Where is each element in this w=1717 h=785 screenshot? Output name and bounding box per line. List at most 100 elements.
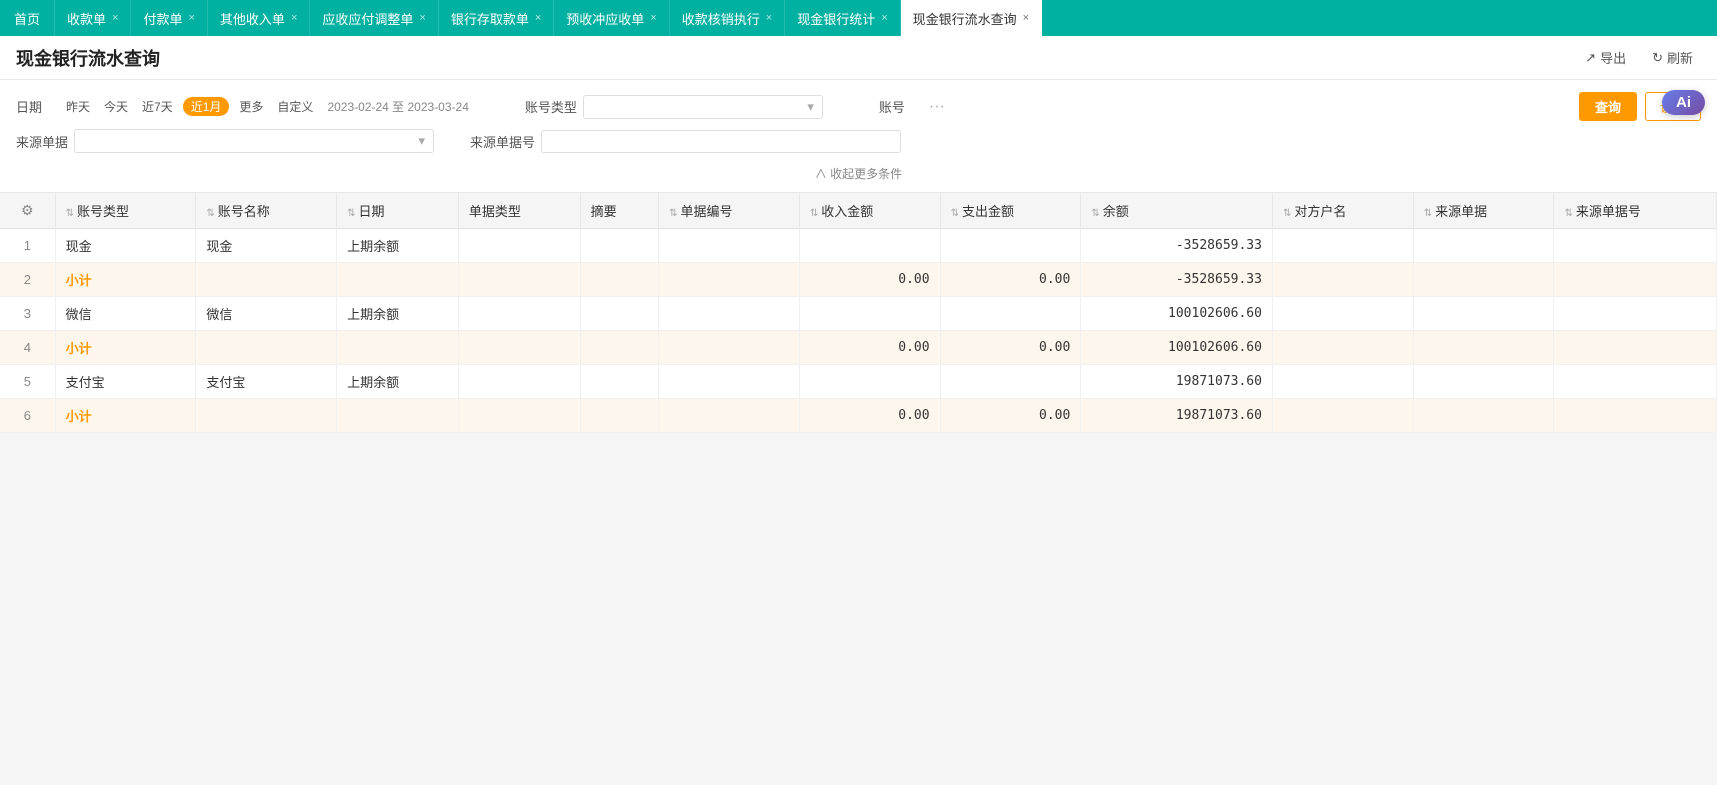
gear-icon[interactable]: ⚙ [21, 202, 34, 218]
row-expense: 0.00 [940, 331, 1081, 365]
row-account-name [196, 331, 337, 365]
row-doc-no [659, 331, 800, 365]
row-counterpart [1272, 229, 1413, 263]
row-summary [580, 365, 658, 399]
filter-row-1: 日期 昨天 今天 近7天 近1月 更多 自定义 2023-02-24 至 202… [16, 92, 1701, 121]
row-counterpart [1272, 263, 1413, 297]
row-date: 上期余额 [337, 297, 459, 331]
col-doc-type[interactable]: 单据类型 [458, 193, 580, 229]
header-actions: ↗ 导出 ↻ 刷新 [1577, 44, 1701, 71]
collapse-bar[interactable]: ∧ 收起更多条件 [16, 161, 1701, 184]
date-opt-yesterday[interactable]: 昨天 [62, 97, 94, 116]
account-type-select[interactable]: ▾ [583, 95, 823, 119]
data-table: ⚙ ⇅账号类型 ⇅账号名称 ⇅日期 单据类型 摘要 ⇅单据编号 ⇅收入金额 ⇅支… [0, 193, 1717, 433]
row-summary [580, 399, 658, 433]
row-source-doc [1413, 229, 1554, 263]
date-opt-1month[interactable]: 近1月 [183, 97, 230, 116]
row-source-doc [1413, 399, 1554, 433]
nav-tab-4[interactable]: 银行存取款单 × [439, 0, 554, 36]
row-account-type: 小计 [55, 263, 196, 297]
row-date [337, 399, 459, 433]
close-tab-8[interactable]: × [1023, 12, 1029, 24]
nav-home[interactable]: 首页 [0, 0, 55, 36]
close-tab-0[interactable]: × [112, 12, 118, 24]
row-account-name: 微信 [196, 297, 337, 331]
nav-tab-2[interactable]: 其他收入单 × [208, 0, 310, 36]
page-header: 现金银行流水查询 ↗ 导出 ↻ 刷新 [0, 36, 1717, 80]
col-income[interactable]: ⇅收入金额 [799, 193, 940, 229]
close-tab-7[interactable]: × [881, 12, 887, 24]
row-num: 4 [0, 331, 55, 365]
close-tab-6[interactable]: × [766, 12, 772, 24]
row-expense: 0.00 [940, 263, 1081, 297]
close-tab-3[interactable]: × [419, 12, 425, 24]
col-doc-no[interactable]: ⇅单据编号 [659, 193, 800, 229]
nav-tab-8[interactable]: 现金银行流水查询 × [901, 0, 1042, 36]
date-label: 日期 [16, 97, 56, 116]
row-account-type: 支付宝 [55, 365, 196, 399]
row-doc-no [659, 263, 800, 297]
row-account-type: 小计 [55, 399, 196, 433]
row-account-name [196, 399, 337, 433]
close-tab-1[interactable]: × [188, 12, 194, 24]
refresh-button[interactable]: ↻ 刷新 [1644, 44, 1701, 71]
row-doc-type [458, 331, 580, 365]
nav-tab-7[interactable]: 现金银行统计 × [785, 0, 900, 36]
close-tab-5[interactable]: × [650, 12, 656, 24]
row-income [799, 297, 940, 331]
export-button[interactable]: ↗ 导出 [1577, 44, 1634, 71]
source-doc-select[interactable]: ▾ [74, 129, 434, 153]
nav-tab-0[interactable]: 收款单 × [55, 0, 131, 36]
row-summary [580, 297, 658, 331]
source-doc-no-input[interactable] [541, 130, 901, 153]
row-source-doc-no [1554, 229, 1717, 263]
col-gear[interactable]: ⚙ [0, 193, 55, 229]
row-income [799, 229, 940, 263]
col-balance[interactable]: ⇅余额 [1081, 193, 1273, 229]
col-summary[interactable]: 摘要 [580, 193, 658, 229]
nav-tab-5[interactable]: 预收冲应收单 × [554, 0, 669, 36]
nav-tab-1[interactable]: 付款单 × [131, 0, 207, 36]
row-income: 0.00 [799, 399, 940, 433]
date-opt-custom[interactable]: 自定义 [273, 97, 317, 116]
col-source-doc-no[interactable]: ⇅来源单据号 [1554, 193, 1717, 229]
row-source-doc-no [1554, 297, 1717, 331]
account-more-icon[interactable]: ··· [925, 98, 949, 116]
table-row: 1现金现金上期余额-3528659.33 [0, 229, 1717, 263]
col-source-doc[interactable]: ⇅来源单据 [1413, 193, 1554, 229]
col-date[interactable]: ⇅日期 [337, 193, 459, 229]
row-income: 0.00 [799, 263, 940, 297]
col-counterpart[interactable]: ⇅对方户名 [1272, 193, 1413, 229]
export-icon: ↗ [1585, 50, 1596, 66]
close-tab-4[interactable]: × [535, 12, 541, 24]
query-button[interactable]: 查询 [1579, 92, 1637, 121]
row-balance: -3528659.33 [1081, 229, 1273, 263]
nav-tab-3[interactable]: 应收应付调整单 × [310, 0, 438, 36]
source-doc-chevron-icon: ▾ [418, 133, 425, 149]
col-expense[interactable]: ⇅支出金额 [940, 193, 1081, 229]
ai-badge[interactable]: Ai [1662, 90, 1705, 115]
date-opt-more[interactable]: 更多 [235, 97, 267, 116]
date-options: 昨天 今天 近7天 近1月 更多 自定义 [62, 97, 317, 116]
row-counterpart [1272, 399, 1413, 433]
date-filter-block: 日期 昨天 今天 近7天 近1月 更多 自定义 2023-02-24 至 202… [16, 97, 469, 116]
col-account-name[interactable]: ⇅账号名称 [196, 193, 337, 229]
row-doc-no [659, 365, 800, 399]
top-nav: 首页 收款单 × 付款单 × 其他收入单 × 应收应付调整单 × 银行存取款单 … [0, 0, 1717, 36]
date-opt-today[interactable]: 今天 [100, 97, 132, 116]
row-summary [580, 229, 658, 263]
row-doc-type [458, 399, 580, 433]
close-tab-2[interactable]: × [291, 12, 297, 24]
row-balance: 19871073.60 [1081, 365, 1273, 399]
col-account-type[interactable]: ⇅账号类型 [55, 193, 196, 229]
row-date [337, 263, 459, 297]
row-source-doc-no [1554, 263, 1717, 297]
page-title: 现金银行流水查询 [16, 45, 160, 71]
nav-tab-6[interactable]: 收款核销执行 × [670, 0, 785, 36]
table-row: 5支付宝支付宝上期余额19871073.60 [0, 365, 1717, 399]
row-expense [940, 365, 1081, 399]
row-expense [940, 297, 1081, 331]
date-opt-7days[interactable]: 近7天 [138, 97, 177, 116]
row-counterpart [1272, 331, 1413, 365]
row-num: 5 [0, 365, 55, 399]
